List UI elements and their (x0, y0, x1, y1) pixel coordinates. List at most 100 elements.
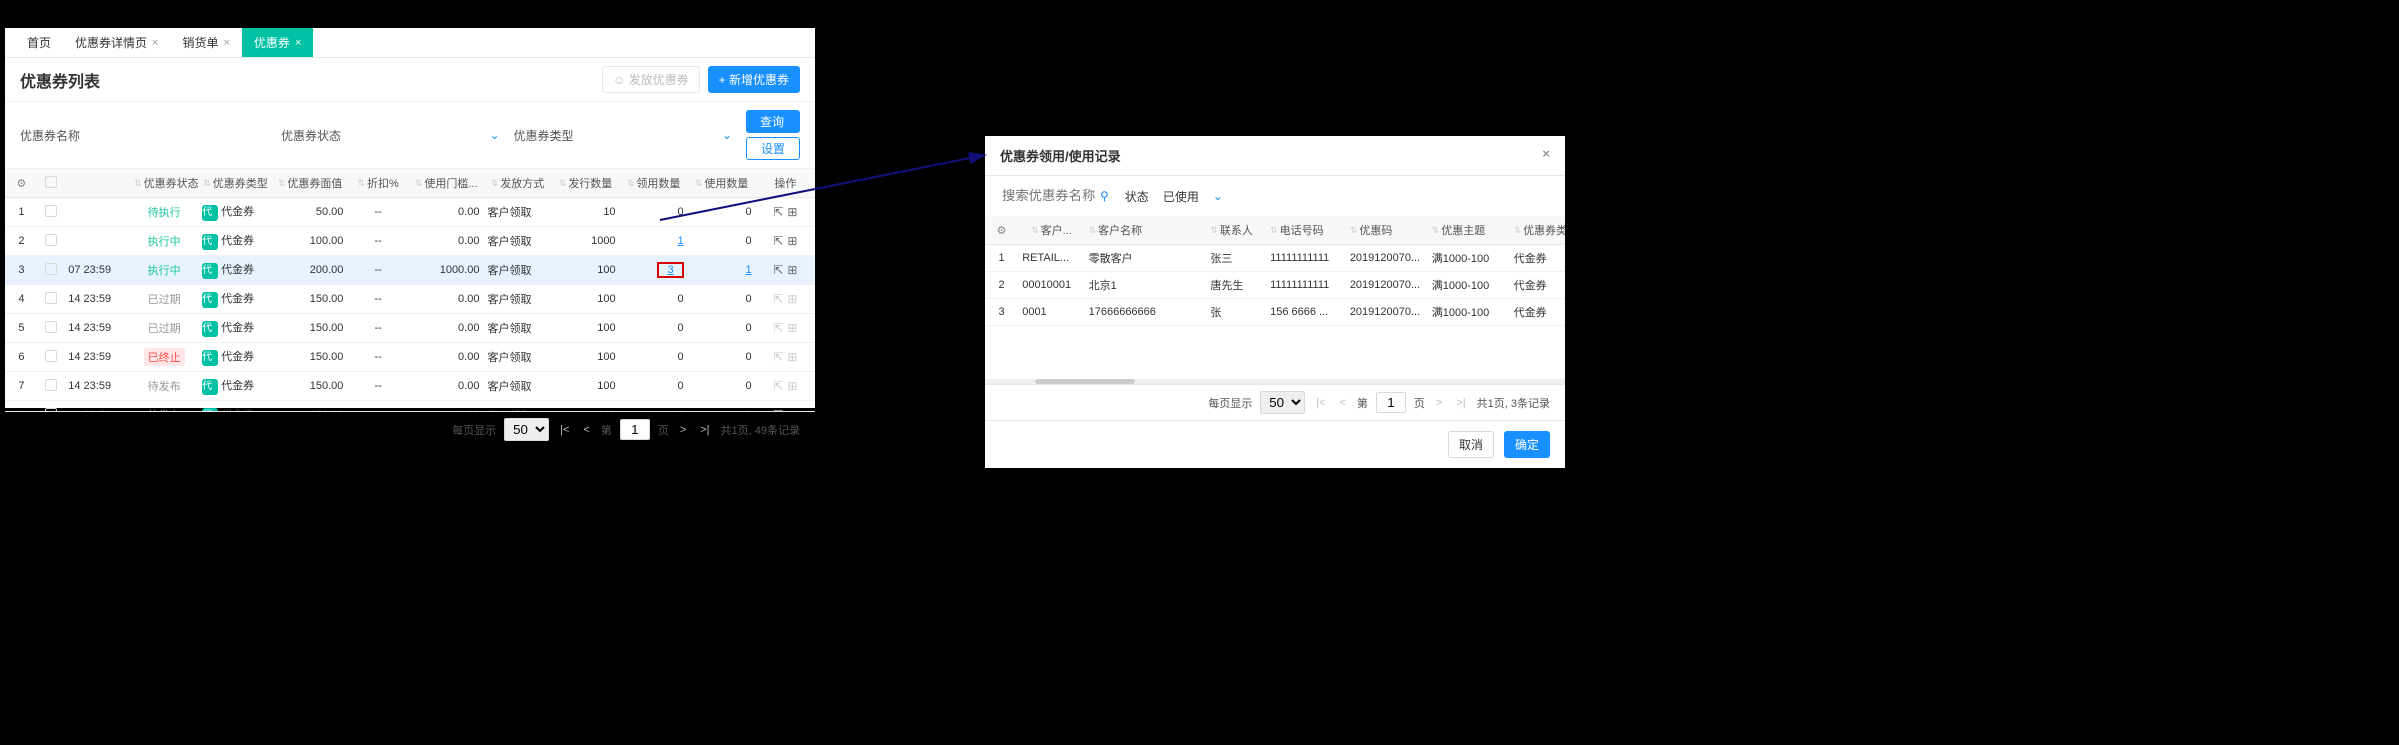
row-checkbox[interactable] (38, 285, 64, 314)
prev-page-button[interactable]: < (1336, 397, 1348, 409)
row-cust-name: 北京1 (1085, 272, 1207, 299)
distribute-coupon-button[interactable]: ☺ 发放优惠券 (602, 66, 700, 93)
col-gear[interactable]: ⚙ (985, 216, 1018, 245)
prev-page-button[interactable]: < (580, 424, 592, 436)
search-icon[interactable]: ⚲ (1100, 189, 1109, 203)
last-page-button[interactable]: >| (1453, 397, 1468, 409)
row-checkbox[interactable] (38, 343, 64, 372)
col-cust-code[interactable]: ⇅客户... (1018, 216, 1084, 245)
col-time[interactable] (64, 169, 130, 198)
col-dist-method[interactable]: ⇅发放方式 (483, 169, 551, 198)
table-row[interactable]: 1 RETAIL... 零散客户 张三 11111111111 20191200… (985, 245, 1565, 272)
row-use-qty: 0 (688, 198, 756, 227)
col-coupon-type[interactable]: ⇅优惠券类 (1510, 216, 1565, 245)
row-dist-method: 客户领取 (483, 401, 551, 412)
search-button[interactable]: 查询 (746, 110, 800, 133)
share-icon[interactable]: ⇱ (773, 379, 783, 393)
claim-qty-link[interactable]: 3 (657, 262, 683, 278)
filter-coupon-status[interactable]: 优惠券状态 ⌄ (281, 126, 503, 144)
next-page-button[interactable]: > (677, 424, 689, 436)
row-checkbox[interactable] (38, 372, 64, 401)
col-claim-qty[interactable]: ⇅领用数量 (620, 169, 688, 198)
tab-coupon[interactable]: 优惠券× (242, 28, 313, 57)
qr-icon[interactable]: ⊞ (787, 321, 797, 335)
col-contact[interactable]: ⇅联系人 (1206, 216, 1266, 245)
sort-icon: ⇅ (559, 178, 567, 189)
first-page-button[interactable]: |< (1313, 397, 1328, 409)
page-label: 页 (658, 422, 669, 438)
coupon-name-input[interactable] (86, 125, 271, 145)
last-page-button[interactable]: >| (697, 424, 712, 436)
share-icon[interactable]: ⇱ (773, 234, 783, 248)
col-cust-name[interactable]: ⇅客户名称 (1085, 216, 1207, 245)
close-icon[interactable]: × (223, 37, 229, 49)
qr-icon[interactable]: ⊞ (787, 205, 797, 219)
row-checkbox[interactable] (38, 256, 64, 285)
col-phone[interactable]: ⇅电话号码 (1266, 216, 1346, 245)
claim-qty-link[interactable]: 1 (677, 235, 683, 247)
row-time: 14 23:59 (64, 372, 130, 401)
col-status[interactable]: ⇅优惠券状态 (130, 169, 198, 198)
table-row[interactable]: 4 14 23:59 已过期 代代金券 150.00 -- 0.00 客户领取 … (5, 285, 815, 314)
col-coupon-code[interactable]: ⇅优惠码 (1346, 216, 1428, 245)
settings-button[interactable]: 设置 (746, 137, 800, 160)
col-face-value[interactable]: ⇅优惠券面值 (273, 169, 348, 198)
per-page-select[interactable]: 50 (1260, 391, 1305, 414)
tab-home[interactable]: 首页 (15, 28, 63, 57)
row-checkbox[interactable] (38, 401, 64, 412)
qr-icon[interactable]: ⊞ (787, 234, 797, 248)
page-input[interactable] (1376, 392, 1406, 413)
table-row[interactable]: 3 0001 17666666666 张 156 6666 ... 201912… (985, 299, 1565, 326)
close-icon[interactable]: × (152, 37, 158, 49)
add-coupon-button[interactable]: + 新增优惠券 (708, 66, 800, 93)
first-page-button[interactable]: |< (557, 424, 572, 436)
qr-icon[interactable]: ⊞ (787, 263, 797, 277)
cancel-button[interactable]: 取消 (1448, 431, 1494, 458)
row-index: 4 (5, 285, 38, 314)
table-row[interactable]: 8 14 23:59 待发布 代代金券 150.00 -- 0.00 客户领取 … (5, 401, 815, 412)
share-icon[interactable]: ⇱ (773, 263, 783, 277)
share-icon[interactable]: ⇱ (773, 205, 783, 219)
use-qty-link[interactable]: 1 (746, 264, 752, 276)
share-icon[interactable]: ⇱ (773, 292, 783, 306)
tab-coupon-detail[interactable]: 优惠券详情页× (63, 28, 170, 57)
qr-icon[interactable]: ⊞ (787, 408, 797, 411)
table-row[interactable]: 6 14 23:59 已终止 代代金券 150.00 -- 0.00 客户领取 … (5, 343, 815, 372)
col-type[interactable]: ⇅优惠券类型 (198, 169, 273, 198)
share-icon[interactable]: ⇱ (773, 321, 783, 335)
col-discount[interactable]: ⇅折扣% (347, 169, 408, 198)
col-use-qty[interactable]: ⇅使用数量 (688, 169, 756, 198)
share-icon[interactable]: ⇱ (773, 408, 783, 411)
table-row[interactable]: 2 执行中 代代金券 100.00 -- 0.00 客户领取 1000 1 0 … (5, 227, 815, 256)
qr-icon[interactable]: ⊞ (787, 379, 797, 393)
close-icon[interactable]: × (1542, 146, 1550, 165)
table-row[interactable]: 7 14 23:59 待发布 代代金券 150.00 -- 0.00 客户领取 … (5, 372, 815, 401)
share-icon[interactable]: ⇱ (773, 350, 783, 364)
table-row[interactable]: 3 07 23:59 执行中 代代金券 200.00 -- 1000.00 客户… (5, 256, 815, 285)
table-row[interactable]: 5 14 23:59 已过期 代代金券 150.00 -- 0.00 客户领取 … (5, 314, 815, 343)
filter-coupon-type[interactable]: 优惠券类型 ⌄ (514, 126, 736, 144)
qr-icon[interactable]: ⊞ (787, 292, 797, 306)
table-row[interactable]: 2 00010001 北京1 唐先生 11111111111 201912007… (985, 272, 1565, 299)
row-issue-qty: 10 (552, 198, 620, 227)
qr-icon[interactable]: ⊞ (787, 350, 797, 364)
close-icon[interactable]: × (295, 37, 301, 49)
modal-status-select[interactable]: 状态 已使用 ⌄ (1125, 188, 1223, 205)
row-checkbox[interactable] (38, 227, 64, 256)
horizontal-scrollbar[interactable] (985, 379, 1565, 384)
row-checkbox[interactable] (38, 314, 64, 343)
next-page-button[interactable]: > (1433, 397, 1445, 409)
row-checkbox[interactable] (38, 198, 64, 227)
page-input[interactable] (620, 419, 650, 440)
col-coupon-topic[interactable]: ⇅优惠主题 (1428, 216, 1510, 245)
col-issue-qty[interactable]: ⇅发行数量 (552, 169, 620, 198)
col-checkbox[interactable] (38, 169, 64, 198)
col-gear[interactable]: ⚙ (5, 169, 38, 198)
modal-search-input[interactable] (1000, 186, 1100, 205)
row-index: 3 (985, 299, 1018, 326)
per-page-select[interactable]: 50 (504, 418, 549, 441)
tab-sales-order[interactable]: 销货单× (170, 28, 241, 57)
col-threshold[interactable]: ⇅使用门槛... (409, 169, 484, 198)
confirm-button[interactable]: 确定 (1504, 431, 1550, 458)
table-row[interactable]: 1 待执行 代代金券 50.00 -- 0.00 客户领取 10 0 0 ⇱⊞ (5, 198, 815, 227)
